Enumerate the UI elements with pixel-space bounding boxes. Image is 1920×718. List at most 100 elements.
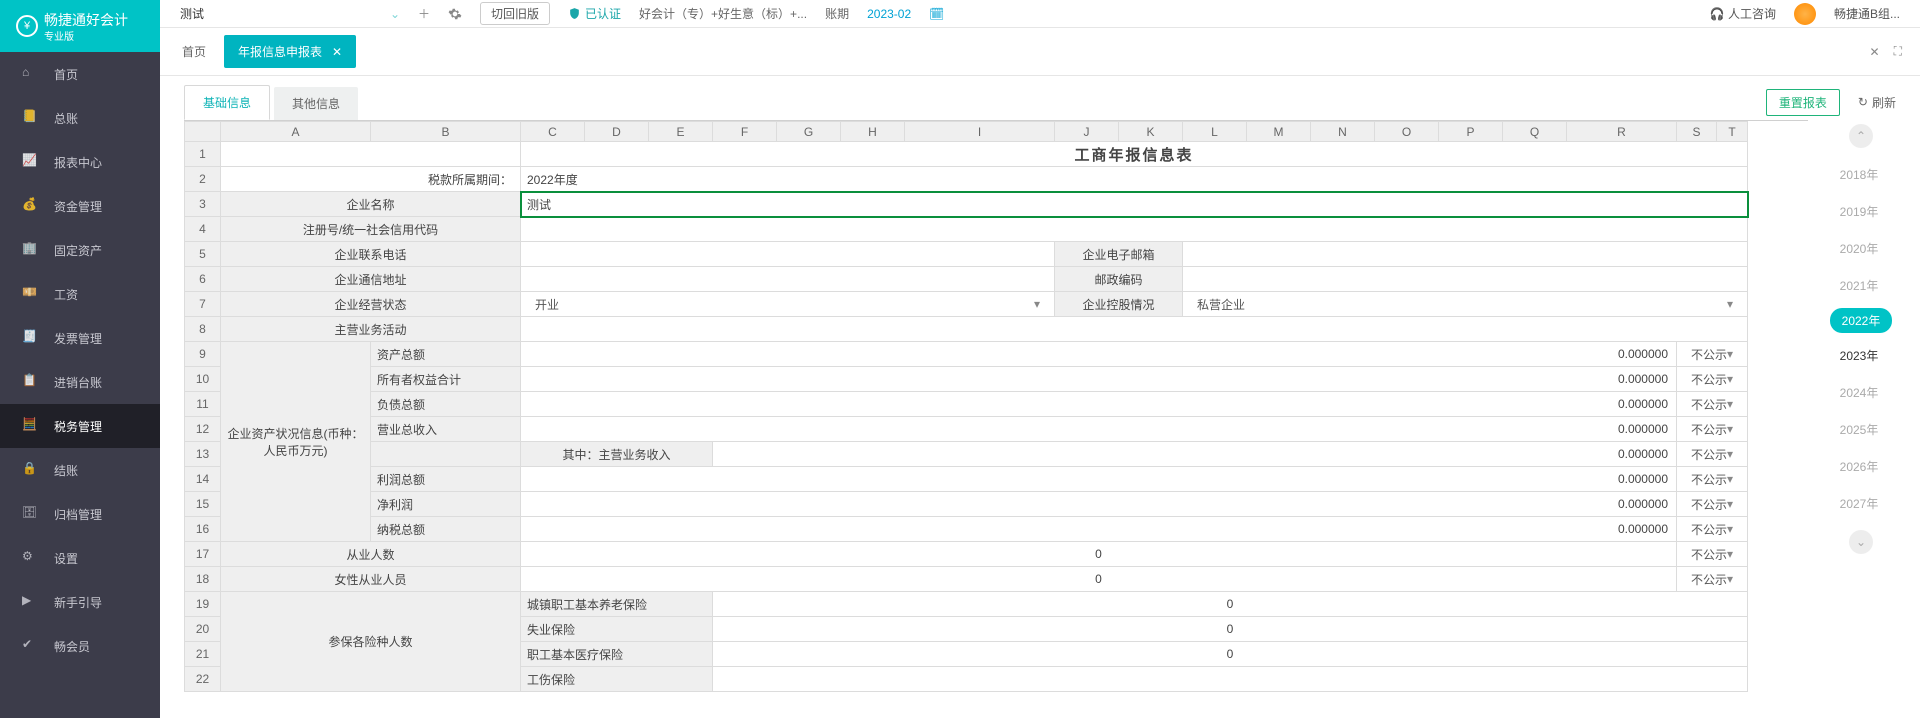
refresh-button[interactable]: ↻ 刷新 — [1858, 94, 1896, 111]
add-org-icon[interactable]: ＋ — [418, 5, 430, 22]
fin-public-13[interactable]: 不公示▾ — [1677, 442, 1748, 467]
select-cell[interactable]: 不公示▾ — [1681, 571, 1743, 588]
sidebar-item-1[interactable]: 📒总账 — [0, 96, 160, 140]
regno-value[interactable] — [521, 217, 1748, 242]
row-12[interactable]: 12 — [185, 417, 221, 442]
col-I[interactable]: I — [905, 122, 1055, 142]
fin-value-9[interactable]: 0.000000 — [521, 342, 1677, 367]
fin-public-11[interactable]: 不公示▾ — [1677, 392, 1748, 417]
sidebar-item-4[interactable]: 🏢固定资产 — [0, 228, 160, 272]
fin-value-15[interactable]: 0.000000 — [521, 492, 1677, 517]
sheet-scroll[interactable]: ABCDEFGHIJKLMNOPQRST1工商年报信息表2税款所属期间：2022… — [184, 120, 1808, 718]
support-link[interactable]: 🎧 人工咨询 — [1710, 5, 1776, 22]
year-down-icon[interactable]: ⌄ — [1849, 530, 1873, 554]
col-G[interactable]: G — [777, 122, 841, 142]
sidebar-item-3[interactable]: 💰资金管理 — [0, 184, 160, 228]
year-2020年[interactable]: 2020年 — [1830, 234, 1893, 263]
year-2022年[interactable]: 2022年 — [1830, 308, 1893, 333]
sidebar-item-0[interactable]: ⌂首页 — [0, 52, 160, 96]
row-6[interactable]: 6 — [185, 267, 221, 292]
row-7[interactable]: 7 — [185, 292, 221, 317]
avatar[interactable] — [1794, 3, 1816, 25]
select-cell[interactable]: 不公示▾ — [1681, 521, 1743, 538]
col-S[interactable]: S — [1677, 122, 1717, 142]
row-9[interactable]: 9 — [185, 342, 221, 367]
sidebar-item-12[interactable]: ▶新手引导 — [0, 580, 160, 624]
email-value[interactable] — [1183, 242, 1748, 267]
row-15[interactable]: 15 — [185, 492, 221, 517]
select-cell[interactable]: 不公示▾ — [1681, 421, 1743, 438]
switch-old-button[interactable]: 切回旧版 — [480, 2, 550, 25]
select-cell[interactable]: 不公示▾ — [1681, 396, 1743, 413]
select-cell[interactable]: 不公示▾ — [1681, 446, 1743, 463]
fin-value-10[interactable]: 0.000000 — [521, 367, 1677, 392]
col-M[interactable]: M — [1247, 122, 1311, 142]
col-Q[interactable]: Q — [1503, 122, 1567, 142]
row-16[interactable]: 16 — [185, 517, 221, 542]
fin-public-9[interactable]: 不公示▾ — [1677, 342, 1748, 367]
col-D[interactable]: D — [585, 122, 649, 142]
col-A[interactable]: A — [221, 122, 371, 142]
calendar-icon[interactable]: 🗓 — [929, 7, 944, 21]
status-value[interactable]: 开业▾ — [521, 292, 1055, 317]
fin-public-12[interactable]: 不公示▾ — [1677, 417, 1748, 442]
close-tab-icon[interactable]: ✕ — [332, 45, 342, 59]
period-value[interactable]: 2023-02 — [867, 7, 911, 21]
ins-value-20[interactable]: 0 — [713, 617, 1748, 642]
sidebar-item-10[interactable]: 🗄归档管理 — [0, 492, 160, 536]
row-3[interactable]: 3 — [185, 192, 221, 217]
year-2024年[interactable]: 2024年 — [1830, 378, 1893, 407]
select-cell[interactable]: 不公示▾ — [1681, 346, 1743, 363]
row-2[interactable]: 2 — [185, 167, 221, 192]
sidebar-item-13[interactable]: ✔畅会员 — [0, 624, 160, 668]
close-all-icon[interactable]: ✕ — [1870, 45, 1880, 59]
row-22[interactable]: 22 — [185, 667, 221, 692]
row-21[interactable]: 21 — [185, 642, 221, 667]
company-value[interactable]: 测试 — [521, 192, 1748, 217]
year-up-icon[interactable]: ⌃ — [1849, 124, 1873, 148]
year-2019年[interactable]: 2019年 — [1830, 197, 1893, 226]
row-18[interactable]: 18 — [185, 567, 221, 592]
col-P[interactable]: P — [1439, 122, 1503, 142]
col-C[interactable]: C — [521, 122, 585, 142]
sidebar-item-11[interactable]: ⚙设置 — [0, 536, 160, 580]
reset-button[interactable]: 重置报表 — [1766, 89, 1840, 116]
postcode-value[interactable] — [1183, 267, 1748, 292]
row-14[interactable]: 14 — [185, 467, 221, 492]
row-10[interactable]: 10 — [185, 367, 221, 392]
fin-value-16[interactable]: 0.000000 — [521, 517, 1677, 542]
holding-value[interactable]: 私营企业▾ — [1183, 292, 1748, 317]
gear-icon[interactable] — [448, 7, 462, 21]
col-J[interactable]: J — [1055, 122, 1119, 142]
col-K[interactable]: K — [1119, 122, 1183, 142]
sidebar-item-8[interactable]: 🧮税务管理 — [0, 404, 160, 448]
row-5[interactable]: 5 — [185, 242, 221, 267]
mainbiz-value[interactable] — [521, 317, 1748, 342]
year-2023年[interactable]: 2023年 — [1830, 341, 1893, 370]
sidebar-item-7[interactable]: 📋进销台账 — [0, 360, 160, 404]
year-2021年[interactable]: 2021年 — [1830, 271, 1893, 300]
female-value[interactable]: 0 — [521, 567, 1677, 592]
female-public[interactable]: 不公示▾ — [1677, 567, 1748, 592]
select-cell[interactable]: 不公示▾ — [1681, 371, 1743, 388]
year-2018年[interactable]: 2018年 — [1830, 160, 1893, 189]
col-T[interactable]: T — [1717, 122, 1748, 142]
year-2025年[interactable]: 2025年 — [1830, 415, 1893, 444]
fin-value-11[interactable]: 0.000000 — [521, 392, 1677, 417]
sidebar-item-9[interactable]: 🔒结账 — [0, 448, 160, 492]
ins-value-21[interactable]: 0 — [713, 642, 1748, 667]
select-cell[interactable]: 开业▾ — [525, 296, 1050, 313]
ins-value-22[interactable] — [713, 667, 1748, 692]
row-1[interactable]: 1 — [185, 142, 221, 167]
fin-public-10[interactable]: 不公示▾ — [1677, 367, 1748, 392]
row-20[interactable]: 20 — [185, 617, 221, 642]
fin-value-12[interactable]: 0.000000 — [521, 417, 1677, 442]
employees-public[interactable]: 不公示▾ — [1677, 542, 1748, 567]
col-B[interactable]: B — [371, 122, 521, 142]
select-cell[interactable]: 私营企业▾ — [1187, 296, 1743, 313]
row-19[interactable]: 19 — [185, 592, 221, 617]
ins-value-19[interactable]: 0 — [713, 592, 1748, 617]
col-F[interactable]: F — [713, 122, 777, 142]
select-cell[interactable]: 不公示▾ — [1681, 496, 1743, 513]
expand-icon[interactable]: ⛶ — [1894, 44, 1902, 59]
